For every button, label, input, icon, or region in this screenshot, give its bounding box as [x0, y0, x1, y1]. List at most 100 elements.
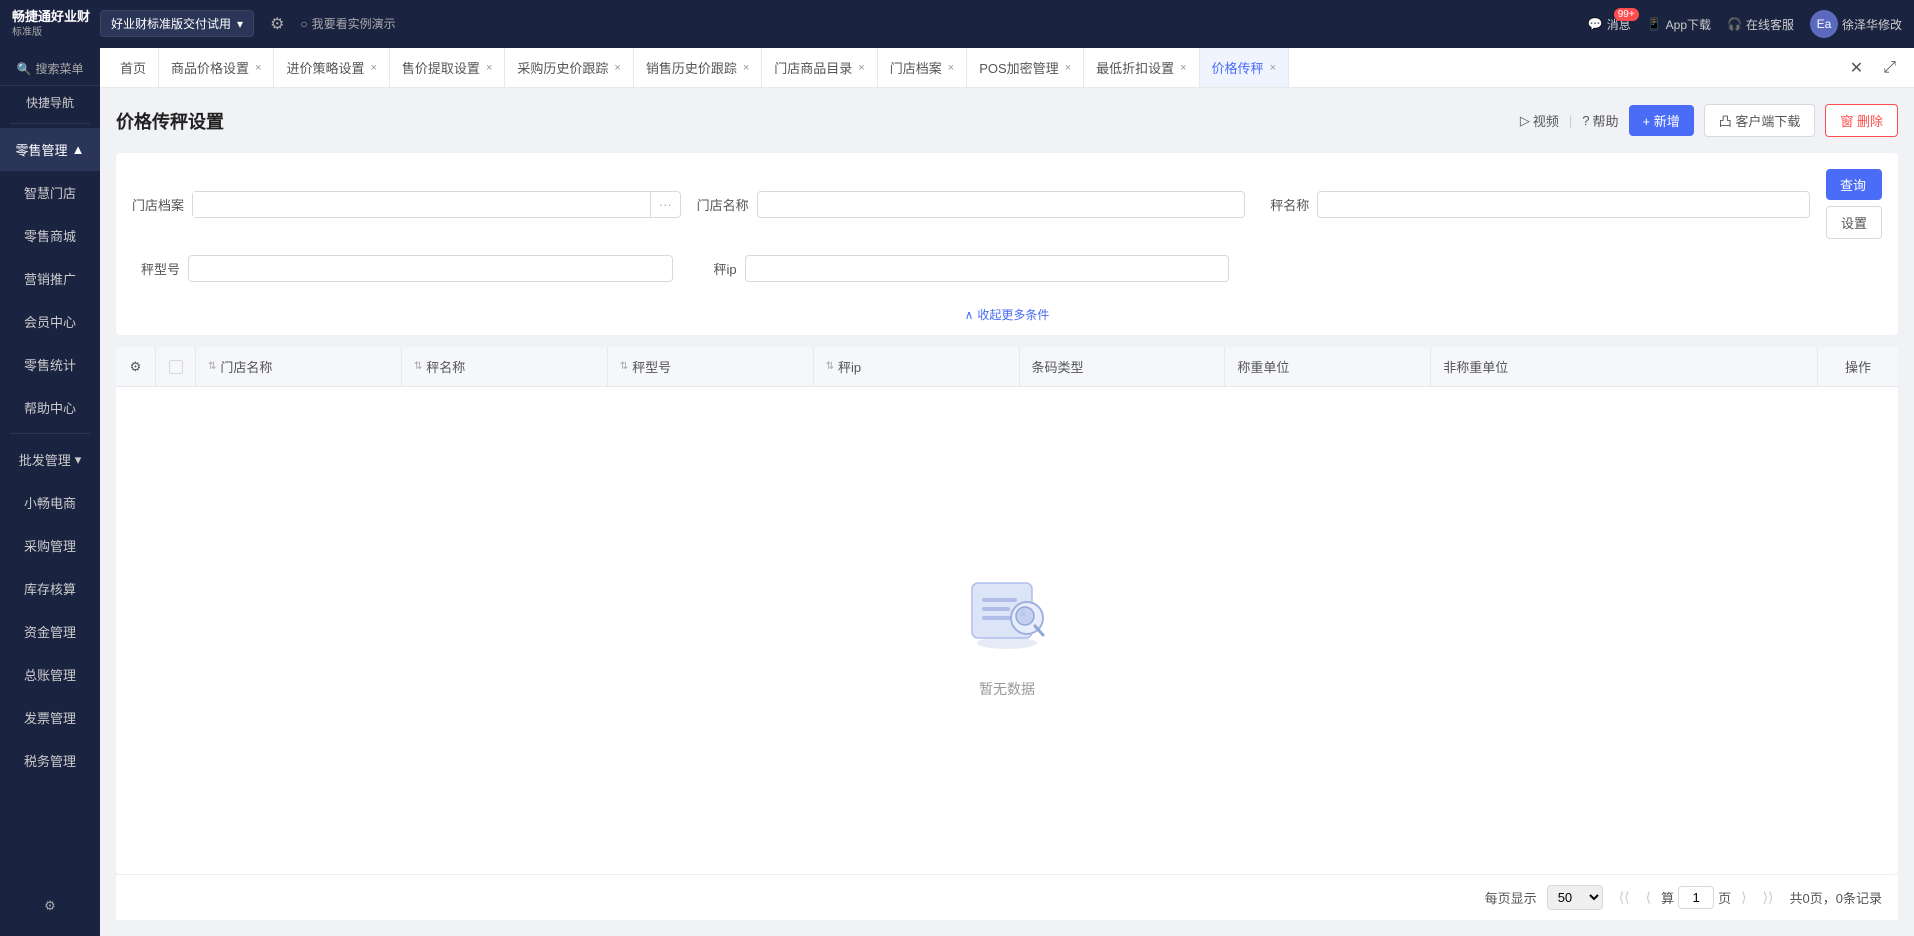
form-row-2: 秤型号 秤ip: [132, 255, 1882, 282]
next-page-button[interactable]: ⟩: [1735, 887, 1752, 908]
tab-price-scale[interactable]: 价格传秤 ×: [1200, 48, 1289, 87]
tab-purchase-history[interactable]: 采购历史价跟踪 ×: [505, 48, 633, 87]
th-non-weight-unit: 非称重单位: [1431, 347, 1818, 386]
sidebar-item-label: 智慧门店: [24, 183, 76, 202]
tab-store-catalog[interactable]: 门店商品目录 ×: [762, 48, 877, 87]
form-row-1: 门店档案 ··· 门店名称 秤名称: [132, 169, 1882, 239]
tab-min-discount[interactable]: 最低折扣设置 ×: [1084, 48, 1199, 87]
pagination-bar: 每页显示 50 10 20 100 ⟨⟨ ⟨ 算 页 ⟩ ⟩⟩ 共0页，0条记录: [116, 874, 1898, 920]
sidebar-item-label: 零售管理: [16, 140, 68, 159]
maximize-button[interactable]: ⤢: [1877, 57, 1902, 79]
sidebar-item-invoice[interactable]: 发票管理: [0, 696, 100, 739]
scale-name-input[interactable]: [1317, 191, 1810, 218]
sidebar-item-purchase-mgmt[interactable]: 采购管理: [0, 524, 100, 567]
select-all-checkbox[interactable]: [169, 360, 183, 374]
sidebar-item-tax[interactable]: 税务管理: [0, 739, 100, 782]
tab-price-setting[interactable]: 商品价格设置 ×: [159, 48, 274, 87]
collapse-row: ∧ 收起更多条件: [132, 298, 1882, 335]
close-tab-sale-history[interactable]: ×: [743, 62, 749, 74]
tab-pos-mgmt[interactable]: POS加密管理 ×: [967, 48, 1084, 87]
user-profile[interactable]: Ea 徐泽华修改: [1810, 10, 1902, 38]
settings-icon[interactable]: ⚙: [264, 10, 290, 38]
tab-store-profile[interactable]: 门店档案 ×: [878, 48, 967, 87]
play-icon: ▷: [1520, 113, 1530, 129]
scale-model-input[interactable]: [188, 255, 673, 282]
close-tab-store-catalog[interactable]: ×: [858, 62, 864, 74]
per-page-select[interactable]: 50 10 20 100: [1547, 885, 1603, 910]
tab-sale-price[interactable]: 售价提取设置 ×: [390, 48, 505, 87]
sidebar-item-label: 税务管理: [24, 751, 76, 770]
th-action: 操作: [1818, 347, 1898, 386]
close-tab-store-profile[interactable]: ×: [948, 62, 954, 74]
last-page-button[interactable]: ⟩⟩: [1757, 887, 1780, 908]
sidebar-item-retail-stats[interactable]: 零售统计: [0, 343, 100, 386]
store-profile-dots-button[interactable]: ···: [650, 192, 680, 217]
page-input[interactable]: [1678, 886, 1714, 909]
arrow-down-icon: ▾: [75, 452, 82, 468]
sidebar-nav-button[interactable]: 快捷导航: [0, 85, 100, 119]
version-selector[interactable]: 好业财标准版交付试用 ▾: [100, 10, 254, 37]
settings-button[interactable]: 设置: [1826, 206, 1882, 239]
th-checkbox[interactable]: [156, 347, 196, 386]
sidebar-item-small-ecom[interactable]: 小畅电商: [0, 481, 100, 524]
sidebar-item-label: 批发管理: [19, 450, 71, 469]
sidebar-item-label: 营销推广: [24, 269, 76, 288]
close-tab-pos-mgmt[interactable]: ×: [1065, 62, 1071, 74]
store-name-label: 门店名称: [697, 195, 749, 214]
store-profile-input[interactable]: [193, 192, 650, 217]
tab-sale-history[interactable]: 销售历史价跟踪 ×: [634, 48, 762, 87]
sidebar: 🔍 搜索菜单 快捷导航 零售管理 ▲ 智慧门店 零售商城 营销推广 会员中心 零…: [0, 48, 100, 936]
sidebar-item-label: 会员中心: [24, 312, 76, 331]
message-button[interactable]: 💬 消息 99+: [1588, 16, 1631, 33]
sidebar-item-help[interactable]: 帮助中心: [0, 386, 100, 429]
page-label: 算: [1661, 888, 1674, 907]
app-download-button[interactable]: 📱 App下载: [1647, 16, 1711, 33]
close-tab-purchase-history[interactable]: ×: [614, 62, 620, 74]
first-page-button[interactable]: ⟨⟨: [1613, 887, 1636, 908]
total-info: 共0页，0条记录: [1790, 888, 1882, 907]
sidebar-item-wholesale-mgmt[interactable]: 批发管理 ▾: [0, 438, 100, 481]
sidebar-divider: [10, 123, 90, 124]
sidebar-search-button[interactable]: 🔍 搜索菜单: [0, 48, 100, 85]
sidebar-item-retail-mgmt[interactable]: 零售管理 ▲: [0, 128, 100, 171]
form-item-scale-name: 秤名称: [1261, 191, 1810, 218]
tab-home[interactable]: 首页: [108, 48, 159, 87]
close-tab-price-setting[interactable]: ×: [255, 62, 261, 74]
sidebar-item-inventory[interactable]: 库存核算: [0, 567, 100, 610]
sidebar-item-smart-store[interactable]: 智慧门店: [0, 171, 100, 214]
sidebar-item-finance[interactable]: 资金管理: [0, 610, 100, 653]
sidebar-item-marketing[interactable]: 营销推广: [0, 257, 100, 300]
close-tab-price-scale[interactable]: ×: [1270, 62, 1276, 74]
query-button[interactable]: 查询: [1826, 169, 1882, 200]
help-link[interactable]: ? 帮助: [1582, 111, 1618, 130]
demo-link[interactable]: ○ 我要看实例演示: [300, 15, 395, 32]
add-button[interactable]: + 新增: [1629, 105, 1694, 136]
download-client-button[interactable]: 凸 客户端下载: [1704, 104, 1816, 137]
form-item-scale-ip: 秤ip: [689, 255, 1230, 282]
online-service-button[interactable]: 🎧 在线客服: [1727, 16, 1794, 33]
form-item-scale-model: 秤型号: [132, 255, 673, 282]
table-body: 暂无数据: [116, 387, 1898, 874]
sidebar-item-general-ledger[interactable]: 总账管理: [0, 653, 100, 696]
store-profile-input-wrap: ···: [192, 191, 681, 218]
close-all-tabs-button[interactable]: ✕: [1844, 56, 1869, 80]
pagination-nav: ⟨⟨ ⟨ 算 页 ⟩ ⟩⟩: [1613, 886, 1780, 909]
delete-button[interactable]: 窗 删除: [1825, 104, 1898, 137]
scale-ip-input[interactable]: [745, 255, 1230, 282]
arrow-up-icon: ▲: [72, 142, 85, 157]
close-tab-sale-price[interactable]: ×: [486, 62, 492, 74]
sidebar-bottom-settings[interactable]: ⚙: [0, 886, 100, 926]
sidebar-divider-2: [10, 433, 90, 434]
store-name-input[interactable]: [757, 191, 1246, 218]
sidebar-item-label: 资金管理: [24, 622, 76, 641]
th-settings[interactable]: ⚙: [116, 347, 156, 386]
tab-purchase-strategy[interactable]: 进价策略设置 ×: [274, 48, 389, 87]
th-scalename: ⇅ 秤名称: [402, 347, 608, 386]
prev-page-button[interactable]: ⟨: [1640, 887, 1657, 908]
collapse-button[interactable]: ∧ 收起更多条件: [965, 306, 1050, 323]
sidebar-item-member[interactable]: 会员中心: [0, 300, 100, 343]
close-tab-min-discount[interactable]: ×: [1180, 62, 1186, 74]
video-link[interactable]: ▷ 视频: [1520, 111, 1559, 130]
sidebar-item-retail-mall[interactable]: 零售商城: [0, 214, 100, 257]
close-tab-purchase-strategy[interactable]: ×: [370, 62, 376, 74]
